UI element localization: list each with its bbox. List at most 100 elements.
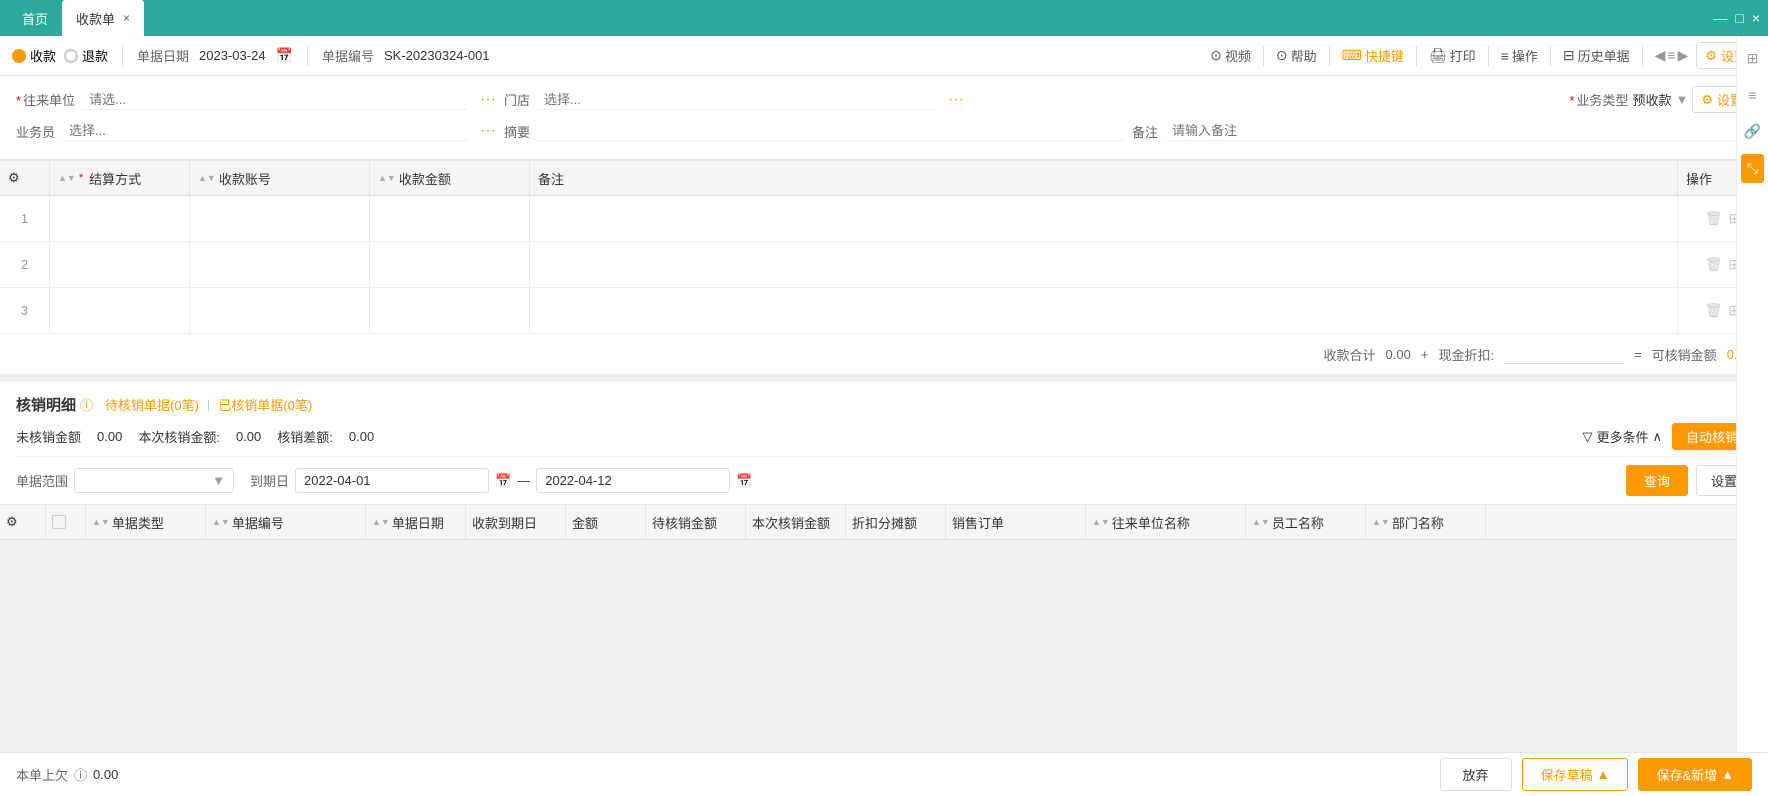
equals-sign: =	[1634, 347, 1642, 362]
th-account: ▲▼ 收款账号	[190, 161, 370, 195]
save-draft-button[interactable]: 保存草稿 ▲	[1522, 758, 1629, 791]
verify-tab-pending[interactable]: 待核销单据(0笔)	[105, 395, 199, 414]
row2-amount[interactable]	[370, 242, 530, 287]
partner-input[interactable]	[83, 90, 468, 110]
divider-8	[1642, 46, 1643, 66]
partner-label: 往来单位	[16, 90, 75, 109]
divider-7	[1550, 46, 1551, 66]
history-btn[interactable]: ⊟ 历史单据	[1563, 46, 1630, 65]
row2-delete-icon[interactable]: 🗑	[1705, 256, 1723, 273]
discount-input[interactable]	[1504, 344, 1624, 364]
verify-info-icon[interactable]: ⓘ	[80, 395, 93, 414]
tab-close-icon[interactable]: ×	[123, 11, 130, 25]
memo-input[interactable]	[538, 121, 1124, 141]
print-btn[interactable]: 🖨 打印	[1429, 46, 1476, 65]
bth-due-date: 收款到期日	[466, 505, 566, 539]
date-to-input[interactable]	[536, 468, 730, 493]
query-button[interactable]: 查询	[1626, 465, 1688, 496]
right-sidebar: ⊞ ≡ 🔗 ⤡	[1736, 36, 1768, 752]
th-gear-icon: ⚙	[8, 170, 20, 186]
row1-index: 1	[0, 196, 50, 241]
sidebar-list-icon[interactable]: ≡	[1742, 81, 1762, 109]
video-label: 视频	[1225, 46, 1251, 65]
history-icon: ⊟	[1563, 47, 1575, 64]
biz-type-dropdown-icon[interactable]: ▼	[1675, 92, 1688, 107]
form-settings-icon: ⚙	[1701, 92, 1713, 108]
store-more-icon[interactable]: ···	[948, 91, 964, 109]
date-calendar-icon[interactable]: 📅	[276, 47, 293, 64]
divider-5	[1416, 46, 1417, 66]
bth-amount: 金额	[566, 505, 646, 539]
store-input[interactable]	[538, 90, 936, 110]
row3-amount[interactable]	[370, 288, 530, 333]
verify-tab-done[interactable]: 已核销单据(0笔)	[218, 395, 312, 414]
partner-sort-icon: ▲▼	[1092, 518, 1110, 527]
date-to-calendar-icon[interactable]: 📅	[736, 473, 752, 489]
bth-sales-order-label: 销售订单	[952, 513, 1004, 532]
row1-amount[interactable]	[370, 196, 530, 241]
row3-account[interactable]	[190, 288, 370, 333]
video-btn[interactable]: ⊙ 视频	[1210, 46, 1251, 65]
row2-settle[interactable]	[50, 242, 190, 287]
row3-remark[interactable]	[530, 288, 1678, 333]
row2-remark[interactable]	[530, 242, 1678, 287]
bth-staff-label: 员工名称	[1272, 513, 1324, 532]
radio-refund[interactable]: 退款	[64, 46, 108, 65]
sidebar-expand-icon[interactable]: ⤡	[1741, 154, 1764, 183]
date-from-calendar-icon[interactable]: 📅	[495, 473, 511, 489]
bth-number: ▲▼ 单据编号	[206, 505, 366, 539]
bth-dept: ▲▼ 部门名称	[1366, 505, 1486, 539]
th-amount: ▲▼ 收款金额	[370, 161, 530, 195]
row2-account[interactable]	[190, 242, 370, 287]
th-settings[interactable]: ⚙	[0, 161, 50, 195]
row3-settle[interactable]	[50, 288, 190, 333]
sidebar-link-icon[interactable]: 🔗	[1738, 117, 1767, 146]
save-new-button[interactable]: 保存&新增 ▲	[1638, 758, 1752, 791]
staff-input[interactable]	[63, 121, 468, 141]
shortcut-btn[interactable]: ⌨ 快捷键	[1342, 46, 1404, 65]
tab-receipt[interactable]: 收款单 ×	[62, 0, 144, 36]
bth-partner-label: 往来单位名称	[1112, 513, 1190, 532]
form-row-2: 业务员 ··· 摘要 备注	[16, 121, 1752, 141]
operation-btn[interactable]: ≡ 操作	[1501, 46, 1538, 65]
draft-dropdown-icon[interactable]: ▲	[1597, 767, 1610, 782]
bth-pending: 待核销金额	[646, 505, 746, 539]
close-icon[interactable]: ×	[1752, 10, 1760, 26]
restore-icon[interactable]: □	[1735, 10, 1743, 26]
th-settle-label: 结算方式	[89, 169, 141, 188]
partner-more-icon[interactable]: ···	[480, 91, 496, 109]
nav-prev-icon[interactable]: ◀	[1655, 47, 1666, 64]
help-btn[interactable]: ⊙ 帮助	[1276, 46, 1317, 65]
row2-index: 2	[0, 242, 50, 287]
row1-account[interactable]	[190, 196, 370, 241]
minimize-icon[interactable]: —	[1713, 10, 1727, 26]
range-select[interactable]: ▼	[74, 468, 234, 493]
th-account-label: 收款账号	[219, 169, 271, 188]
row3-delete-icon[interactable]: 🗑	[1705, 302, 1723, 319]
summary-row: 收款合计 0.00 + 现金折扣: = 可核销金额 0.00	[0, 334, 1768, 382]
row1-delete-icon[interactable]: 🗑	[1705, 210, 1723, 227]
operation-label: 操作	[1512, 46, 1538, 65]
bth-settings[interactable]: ⚙	[0, 505, 46, 539]
filter-row: 单据范围 ▼ 到期日 📅 — 📅 查询 设置	[16, 456, 1752, 504]
save-dropdown-icon[interactable]: ▲	[1721, 767, 1734, 782]
nav-next-icon[interactable]: ▶	[1678, 47, 1689, 64]
abandon-button[interactable]: 放弃	[1440, 758, 1512, 791]
nav-menu-icon[interactable]: ≡	[1667, 47, 1675, 64]
select-all-checkbox[interactable]	[52, 515, 66, 529]
more-conditions-btn[interactable]: ▽ 更多条件 ∧	[1582, 427, 1662, 446]
radio-receive[interactable]: 收款	[12, 46, 56, 65]
row1-settle[interactable]	[50, 196, 190, 241]
staff-more-icon[interactable]: ···	[480, 122, 496, 140]
footer-info-icon[interactable]: ⓘ	[74, 765, 87, 784]
tab-home[interactable]: 首页	[8, 0, 62, 36]
remark-input[interactable]	[1166, 121, 1752, 141]
date-from-input[interactable]	[295, 468, 489, 493]
range-label: 单据范围	[16, 471, 68, 490]
bth-due-date-label: 收款到期日	[472, 513, 537, 532]
footer-info-label: 本单上欠	[16, 765, 68, 784]
row1-remark[interactable]	[530, 196, 1678, 241]
bth-date: ▲▼ 单据日期	[366, 505, 466, 539]
print-icon: 🖨	[1429, 47, 1447, 64]
sidebar-table-icon[interactable]: ⊞	[1741, 44, 1765, 73]
